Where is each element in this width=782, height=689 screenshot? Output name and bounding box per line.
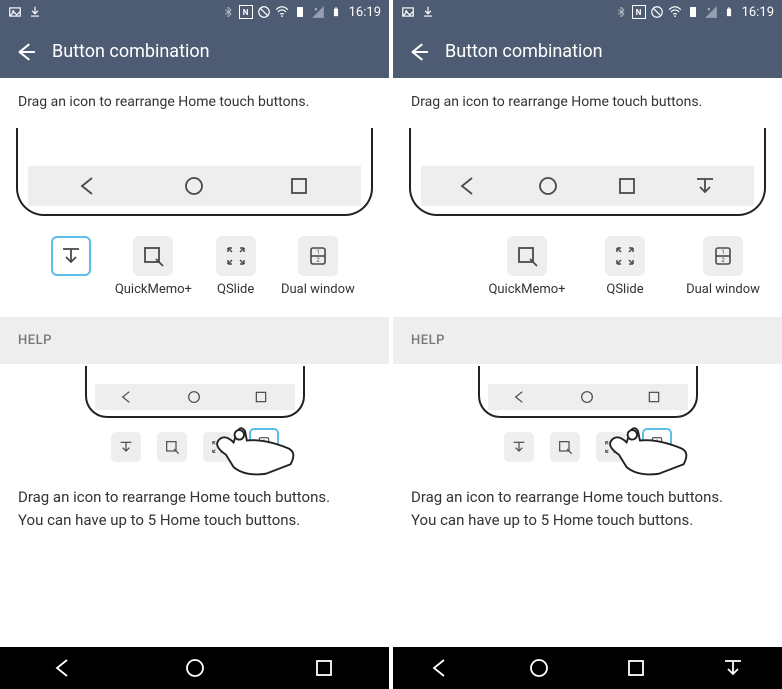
download-icon: [28, 5, 42, 19]
help-text-line1: Drag an icon to rearrange Home touch but…: [18, 486, 371, 509]
svg-text:×: ×: [707, 7, 710, 13]
preview-home-button[interactable]: [509, 174, 587, 198]
signal-icon: ×: [704, 5, 718, 19]
wifi-icon: [668, 5, 682, 19]
bluetooth-icon: [221, 5, 235, 19]
picture-icon: [8, 5, 22, 19]
preview-back-button[interactable]: [38, 174, 142, 198]
tool-label: QuickMemo+: [488, 282, 565, 297]
sys-recent-button[interactable]: [259, 656, 389, 680]
preview-back-button[interactable]: [431, 174, 509, 198]
phone-preview: [409, 128, 766, 216]
sys-home-button[interactable]: [490, 656, 587, 680]
picture-icon: [401, 5, 415, 19]
bluetooth-icon: [614, 5, 628, 19]
tool-qslide[interactable]: QSlide: [197, 236, 275, 297]
help-phone-preview: [478, 366, 698, 418]
sys-recent-button[interactable]: [588, 656, 685, 680]
help-section-header: HELP: [393, 317, 782, 364]
tool-row: QuickMemo+ QSlide Dual window: [0, 230, 389, 297]
sys-back-button[interactable]: [393, 656, 490, 680]
sim-icon: [686, 5, 700, 19]
nfc-icon: N: [632, 5, 646, 19]
hand-illustration-icon: [600, 420, 695, 480]
do-not-disturb-icon: [257, 5, 271, 19]
battery-icon: [329, 5, 343, 19]
nfc-icon: N: [239, 5, 253, 19]
mini-recent-icon: [253, 389, 269, 405]
back-button[interactable]: [407, 41, 427, 61]
download-icon: [421, 5, 435, 19]
page-title: Button combination: [52, 41, 210, 62]
tool-dualwindow[interactable]: Dual window: [684, 236, 762, 297]
wifi-icon: [275, 5, 289, 19]
tool-quickmemo[interactable]: QuickMemo+: [114, 236, 192, 297]
sys-home-button[interactable]: [130, 656, 260, 680]
preview-recent-button[interactable]: [588, 174, 666, 198]
signal-icon: ×: [311, 5, 325, 19]
help-phone-preview: [85, 366, 305, 418]
help-area: Drag an icon to rearrange Home touch but…: [0, 364, 389, 543]
sys-back-button[interactable]: [0, 656, 130, 680]
preview-home-button[interactable]: [142, 174, 246, 198]
tool-notification-pull[interactable]: [32, 236, 110, 297]
battery-icon: [722, 5, 736, 19]
app-bar: Button combination: [393, 24, 782, 78]
tool-label: QSlide: [217, 282, 254, 297]
help-section-header: HELP: [0, 317, 389, 364]
tool-quickmemo[interactable]: QuickMemo+: [488, 236, 566, 297]
mini-tool-pull: [504, 432, 534, 462]
mini-home-icon: [186, 389, 202, 405]
instruction-text: Drag an icon to rearrange Home touch but…: [0, 78, 389, 120]
tool-label: Dual window: [686, 282, 760, 297]
svg-text:×: ×: [314, 7, 317, 13]
help-text-line1: Drag an icon to rearrange Home touch but…: [411, 486, 764, 509]
phone-preview: [16, 128, 373, 216]
system-navbar-right: [393, 647, 782, 689]
help-area: Drag an icon to rearrange Home touch but…: [393, 364, 782, 543]
sim-icon: [293, 5, 307, 19]
help-text-line2: You can have up to 5 Home touch buttons.: [18, 509, 371, 532]
tool-label: QuickMemo+: [115, 282, 192, 297]
status-bar: N × 16:19: [393, 0, 782, 24]
tool-label: QSlide: [606, 282, 643, 297]
hand-illustration-icon: [207, 420, 302, 480]
system-navbar-left: [0, 647, 389, 689]
status-time: 16:19: [349, 5, 381, 20]
tool-row: QuickMemo+ QSlide Dual window: [393, 230, 782, 297]
status-time: 16:19: [742, 5, 774, 20]
screen-left: N × 16:19 Button combination Drag an ico…: [0, 0, 389, 543]
mini-back-icon: [513, 389, 529, 405]
help-tools-row: [80, 432, 310, 462]
page-title: Button combination: [445, 41, 603, 62]
tool-label: Dual window: [281, 282, 355, 297]
do-not-disturb-icon: [650, 5, 664, 19]
help-tools-row: [473, 432, 703, 462]
mini-tool-pull: [111, 432, 141, 462]
preview-pull-button[interactable]: [666, 174, 744, 198]
instruction-text: Drag an icon to rearrange Home touch but…: [393, 78, 782, 120]
mini-recent-icon: [646, 389, 662, 405]
tool-dualwindow[interactable]: Dual window: [279, 236, 357, 297]
mini-tool-memo: [550, 432, 580, 462]
help-text-line2: You can have up to 5 Home touch buttons.: [411, 509, 764, 532]
sys-pull-button[interactable]: [685, 656, 782, 680]
back-button[interactable]: [14, 41, 34, 61]
preview-nav-row: [28, 166, 361, 206]
app-bar: Button combination: [0, 24, 389, 78]
screen-right: N × 16:19 Button combination Drag an ico…: [393, 0, 782, 543]
preview-nav-row: [421, 166, 754, 206]
tool-qslide[interactable]: QSlide: [586, 236, 664, 297]
status-bar: N × 16:19: [0, 0, 389, 24]
mini-tool-memo: [157, 432, 187, 462]
mini-home-icon: [579, 389, 595, 405]
mini-back-icon: [120, 389, 136, 405]
preview-recent-button[interactable]: [247, 174, 351, 198]
